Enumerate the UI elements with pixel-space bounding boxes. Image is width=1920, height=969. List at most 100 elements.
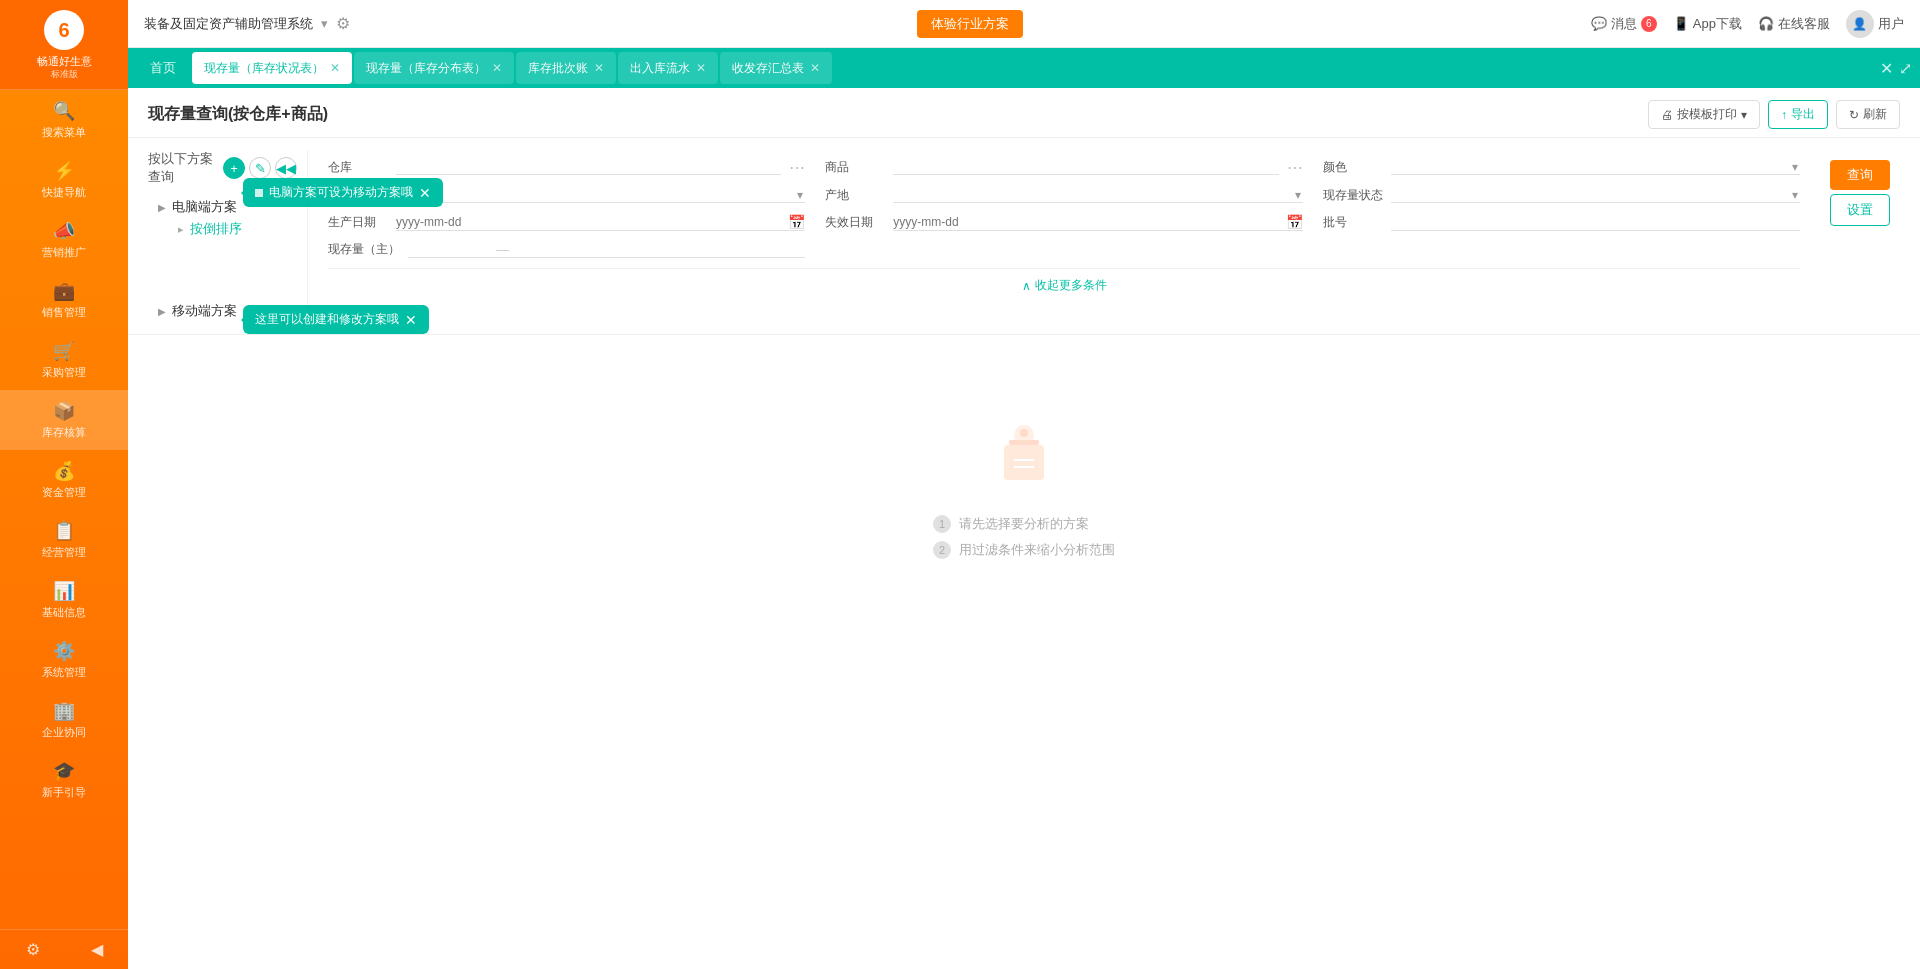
purchase-icon: 🛒 (53, 340, 75, 362)
export-btn[interactable]: ↑ 导出 (1768, 100, 1828, 129)
top-header: 装备及固定资产辅助管理系统 ▾ ⚙ 体验行业方案 💬 消息 6 📱 App下载 … (128, 0, 1920, 48)
sidebar-item-inventory[interactable]: 📦 库存核算 (0, 390, 128, 450)
step-num-2: 2 (933, 541, 951, 559)
tab-close-icon-1[interactable]: ✕ (330, 61, 340, 75)
proddate-calendar-icon[interactable]: 📅 (788, 214, 805, 230)
message-icon: 💬 (1591, 16, 1607, 31)
origin-label: 产地 (825, 187, 885, 204)
sidebar-item-quicknav[interactable]: ⚡ 快捷导航 (0, 150, 128, 210)
sidebar-item-marketing[interactable]: 📣 营销推广 (0, 210, 128, 270)
finance-icon: 💰 (53, 460, 75, 482)
desktop-child-1[interactable]: ▸ 按倒排序 (178, 218, 297, 240)
tab-summary[interactable]: 收发存汇总表 ✕ (720, 52, 832, 84)
edit-scheme-btn[interactable]: ✎ (249, 157, 271, 179)
desktop-child-label: 按倒排序 (190, 220, 242, 238)
sidebar-item-system[interactable]: ⚙️ 系统管理 (0, 630, 128, 690)
stockmain-from-input[interactable] (408, 242, 488, 256)
support-icon: 🎧 (1758, 16, 1774, 31)
filter-fields: 仓库 ⋯ 商品 ⋯ 颜色 (308, 150, 1900, 322)
sidebar-nav: 🔍 搜索菜单 ⚡ 快捷导航 📣 营销推广 💼 销售管理 🛒 采购管理 📦 库存核… (0, 90, 128, 929)
page-header: 现存量查询(按仓库+商品) 🖨 按模板打印 ▾ ↑ 导出 ↻ 刷新 (128, 88, 1920, 138)
sidebar-item-search[interactable]: 🔍 搜索菜单 (0, 90, 128, 150)
tab-inventory-status[interactable]: 现存量（库存状况表） ✕ (192, 52, 352, 84)
sidebar-item-guide[interactable]: 🎓 新手引导 (0, 750, 128, 810)
tab-inventory-dist-label: 现存量（库存分布表） (366, 60, 486, 77)
tab-inout-flow[interactable]: 出入库流水 ✕ (618, 52, 718, 84)
tab-fullscreen-icon[interactable]: ⤢ (1899, 59, 1912, 78)
reset-btn[interactable]: 设置 (1830, 194, 1890, 226)
refresh-btn[interactable]: ↻ 刷新 (1836, 100, 1900, 129)
filter-area: 按以下方案查询 + ✎ ◀◀ 电脑方案可设为移动方案哦 ✕ (128, 138, 1920, 335)
size-input[interactable] (396, 188, 805, 202)
collapse-filter-btn[interactable]: ∧ 收起更多条件 (328, 268, 1800, 302)
batch-input[interactable] (1391, 216, 1800, 230)
collapse-sidebar-icon[interactable]: ◀ (91, 940, 103, 959)
tab-close-icon-5[interactable]: ✕ (810, 61, 820, 75)
online-support-btn[interactable]: 🎧 在线客服 (1758, 15, 1830, 33)
filter-goods-row: 商品 ⋯ (825, 158, 1302, 177)
avatar: 👤 (1846, 10, 1874, 38)
user-label: 用户 (1878, 15, 1904, 33)
proddate-label: 生产日期 (328, 214, 388, 231)
stockmain-to-input[interactable] (517, 242, 597, 256)
app-download-btn[interactable]: 📱 App下载 (1673, 15, 1742, 33)
tab-home[interactable]: 首页 (136, 48, 190, 88)
mobile-scheme-label: 移动端方案 (172, 302, 237, 320)
nav-scheme-btn[interactable]: ◀◀ (275, 157, 297, 179)
sidebar-item-operations[interactable]: 📋 经营管理 (0, 510, 128, 570)
stockmain-label: 现存量（主） (328, 241, 400, 258)
sidebar-item-sales[interactable]: 💼 销售管理 (0, 270, 128, 330)
print-btn[interactable]: 🖨 按模板打印 ▾ (1648, 100, 1760, 129)
sidebar-item-label-basic: 基础信息 (42, 605, 86, 620)
marketing-icon: 📣 (53, 220, 75, 242)
origin-input[interactable] (893, 188, 1302, 202)
stock-status-label: 现存量状态 (1323, 187, 1383, 204)
stock-status-select-wrap: ▾ (1391, 188, 1800, 203)
system-name: 装备及固定资产辅助管理系统 (144, 15, 313, 33)
warehouse-dots-icon[interactable]: ⋯ (789, 158, 805, 177)
user-btn[interactable]: 👤 用户 (1846, 10, 1904, 38)
sidebar-item-label-guide: 新手引导 (42, 785, 86, 800)
tab-close-icon-2[interactable]: ✕ (492, 61, 502, 75)
sidebar-item-enterprise[interactable]: 🏢 企业协同 (0, 690, 128, 750)
warehouse-input[interactable] (396, 160, 781, 174)
tab-close-all-icon[interactable]: ✕ (1880, 59, 1893, 78)
page-actions: 🖨 按模板打印 ▾ ↑ 导出 ↻ 刷新 (1648, 100, 1900, 129)
warehouse-input-wrap (396, 160, 781, 175)
tab-batch-account[interactable]: 库存批次账 ✕ (516, 52, 616, 84)
tab-close-icon-3[interactable]: ✕ (594, 61, 604, 75)
proddate-input[interactable] (396, 215, 788, 229)
tab-inventory-dist[interactable]: 现存量（库存分布表） ✕ (354, 52, 514, 84)
tooltip-create: 这里可以创建和修改方案哦 ✕ (243, 305, 429, 334)
goods-dots-icon[interactable]: ⋯ (1287, 158, 1303, 177)
tab-close-icon-4[interactable]: ✕ (696, 61, 706, 75)
stock-status-input[interactable] (1391, 188, 1800, 202)
add-scheme-btn[interactable]: + (223, 157, 245, 179)
sidebar-item-finance[interactable]: 💰 资金管理 (0, 450, 128, 510)
tooltip-scheme-close[interactable]: ✕ (419, 185, 431, 201)
tooltip-scheme: 电脑方案可设为移动方案哦 ✕ (243, 178, 443, 207)
filter-batch-row: 批号 (1323, 214, 1800, 231)
color-input[interactable] (1391, 160, 1800, 174)
filter-grid: 仓库 ⋯ 商品 ⋯ 颜色 (328, 158, 1800, 258)
expiredate-label: 失效日期 (825, 214, 885, 231)
tab-summary-label: 收发存汇总表 (732, 60, 804, 77)
message-btn[interactable]: 💬 消息 6 (1591, 15, 1657, 33)
settings-header-icon[interactable]: ⚙ (336, 14, 350, 33)
tooltip-create-close[interactable]: ✕ (405, 312, 417, 328)
filter-warehouse-row: 仓库 ⋯ (328, 158, 805, 177)
size-select-wrap: ▾ (396, 188, 805, 203)
empty-step-1: 1 请先选择要分析的方案 (933, 515, 1115, 533)
sidebar-item-purchase[interactable]: 🛒 采购管理 (0, 330, 128, 390)
sidebar-item-basic[interactable]: 📊 基础信息 (0, 570, 128, 630)
experience-btn[interactable]: 体验行业方案 (917, 10, 1023, 38)
expiredate-input[interactable] (893, 215, 1285, 229)
expiredate-calendar-icon[interactable]: 📅 (1286, 214, 1303, 230)
settings-icon[interactable]: ⚙ (26, 940, 40, 959)
goods-input[interactable] (893, 160, 1278, 174)
color-label: 颜色 (1323, 159, 1383, 176)
search-btn[interactable]: 查询 (1830, 160, 1890, 190)
empty-steps: 1 请先选择要分析的方案 2 用过滤条件来缩小分析范围 (933, 515, 1115, 567)
tree-expand-icon: ▶ (158, 202, 166, 213)
chevron-down-icon[interactable]: ▾ (321, 16, 328, 31)
